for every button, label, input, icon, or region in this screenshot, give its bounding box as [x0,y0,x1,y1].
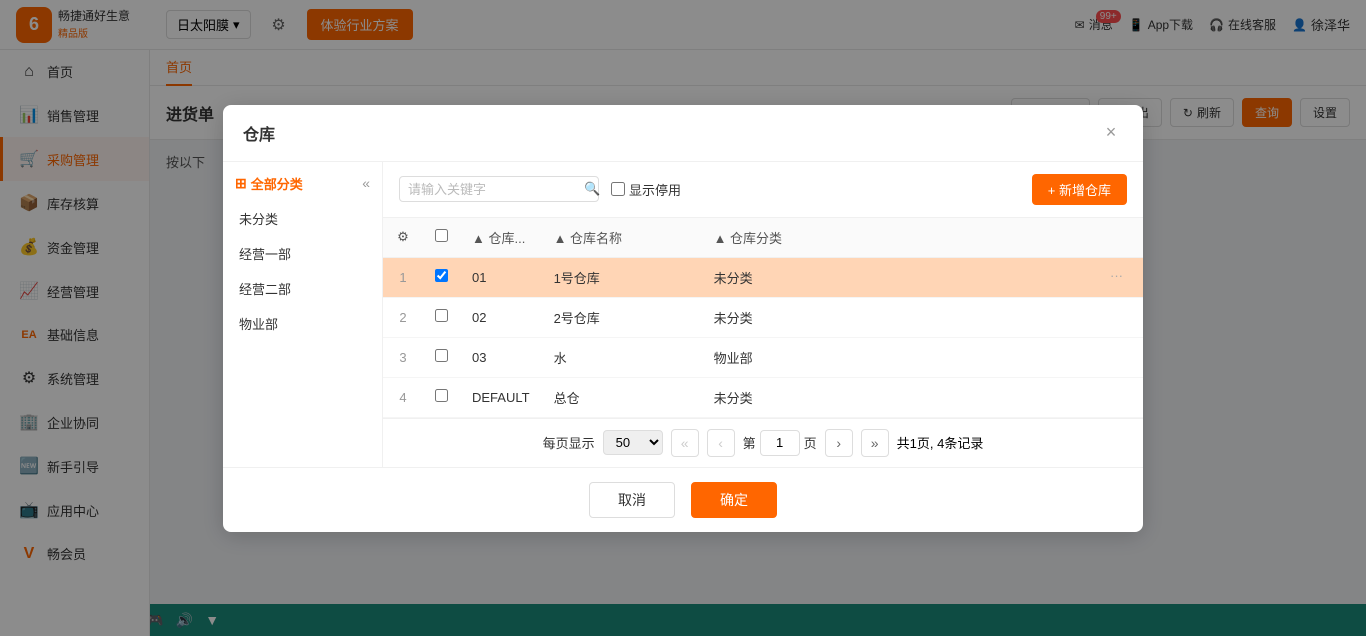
search-box: 🔍 [399,176,599,202]
last-page-button[interactable]: » [861,429,889,457]
goto-label: 第 [743,433,756,452]
modal-sidebar-title: ⊞ 全部分类 [235,174,303,193]
sidebar-cat-ops2[interactable]: 经营二部 [223,271,382,306]
modal-title: 仓库 [243,121,275,145]
page-label: 页 [804,433,817,452]
grid-icon: ⊞ [235,175,247,192]
modal-sidebar-header: ⊞ 全部分类 « [223,174,382,201]
row-name: 水 [542,337,702,377]
cancel-button[interactable]: 取消 [589,482,675,518]
warehouse-table-body: 1 01 1号仓库 未分类··· 2 02 2号仓库 未分类 3 03 水 物业… [383,257,1143,417]
col-checkbox [423,218,460,258]
row-code: 02 [460,297,542,337]
modal-sidebar: ⊞ 全部分类 « 未分类 经营一部 经营二部 物业部 [223,162,383,467]
prev-page-button[interactable]: ‹ [707,429,735,457]
modal-footer: 取消 确定 [223,467,1143,532]
col-settings: ⚙ [383,218,423,258]
table-header-row: ⚙ ▲ 仓库... ▲ 仓库名称 [383,218,1143,258]
table-row[interactable]: 3 03 水 物业部 [383,337,1143,377]
modal-header: 仓库 × [223,105,1143,162]
page-number-input[interactable] [760,430,800,456]
modal-overlay: 仓库 × ⊞ 全部分类 « 未分类 经营一部 经营二部 物业部 [0,0,1366,636]
row-checkbox-cell[interactable] [423,377,460,417]
collapse-sidebar-button[interactable]: « [362,175,370,191]
show-disabled-toggle[interactable]: 显示停用 [611,180,681,199]
modal-toolbar: 🔍 显示停用 + 新增仓库 [383,162,1143,218]
warehouse-modal: 仓库 × ⊞ 全部分类 « 未分类 经营一部 经营二部 物业部 [223,105,1143,532]
modal-body: ⊞ 全部分类 « 未分类 经营一部 经营二部 物业部 🔍 [223,162,1143,467]
table-row[interactable]: 1 01 1号仓库 未分类··· [383,257,1143,297]
show-disabled-label: 显示停用 [629,180,681,199]
row-category: 未分类··· [702,257,1143,297]
col-category: ▲ 仓库分类 [702,218,1143,258]
modal-main: 🔍 显示停用 + 新增仓库 ⚙ [383,162,1143,467]
row-code: DEFAULT [460,377,542,417]
warehouse-table-container: ⚙ ▲ 仓库... ▲ 仓库名称 [383,218,1143,418]
row-code: 01 [460,257,542,297]
row-category: 未分类 [702,377,1143,417]
sidebar-cat-ops1[interactable]: 经营一部 [223,236,382,271]
confirm-button[interactable]: 确定 [691,482,777,518]
row-index: 3 [383,337,423,377]
row-checkbox-cell[interactable] [423,257,460,297]
row-name: 2号仓库 [542,297,702,337]
col-code: ▲ 仓库... [460,218,542,258]
row-category: 未分类 [702,297,1143,337]
select-all-checkbox[interactable] [435,229,448,242]
row-category: 物业部 [702,337,1143,377]
next-page-button[interactable]: › [825,429,853,457]
row-index: 1 [383,257,423,297]
search-icon[interactable]: 🔍 [584,181,600,197]
row-index: 4 [383,377,423,417]
row-checkbox-cell[interactable] [423,297,460,337]
total-info: 共1页, 4条记录 [897,433,984,452]
row-checkbox-cell[interactable] [423,337,460,377]
page-info: 第 页 [743,430,817,456]
show-disabled-checkbox[interactable] [611,182,625,196]
sidebar-cat-unclassified[interactable]: 未分类 [223,201,382,236]
row-name: 总仓 [542,377,702,417]
modal-close-button[interactable]: × [1099,121,1123,145]
row-index: 2 [383,297,423,337]
col-name: ▲ 仓库名称 [542,218,702,258]
search-input[interactable] [408,182,584,197]
table-row[interactable]: 2 02 2号仓库 未分类 [383,297,1143,337]
page-size-select[interactable]: 50 10 20 100 [603,430,663,455]
row-name: 1号仓库 [542,257,702,297]
table-row[interactable]: 4 DEFAULT 总仓 未分类 [383,377,1143,417]
first-page-button[interactable]: « [671,429,699,457]
pagination: 每页显示 50 10 20 100 « ‹ 第 页 › » [383,418,1143,467]
warehouse-table: ⚙ ▲ 仓库... ▲ 仓库名称 [383,218,1143,418]
add-warehouse-button[interactable]: + 新增仓库 [1032,174,1127,205]
row-code: 03 [460,337,542,377]
page-size-label: 每页显示 [543,433,595,452]
sidebar-cat-property[interactable]: 物业部 [223,306,382,341]
